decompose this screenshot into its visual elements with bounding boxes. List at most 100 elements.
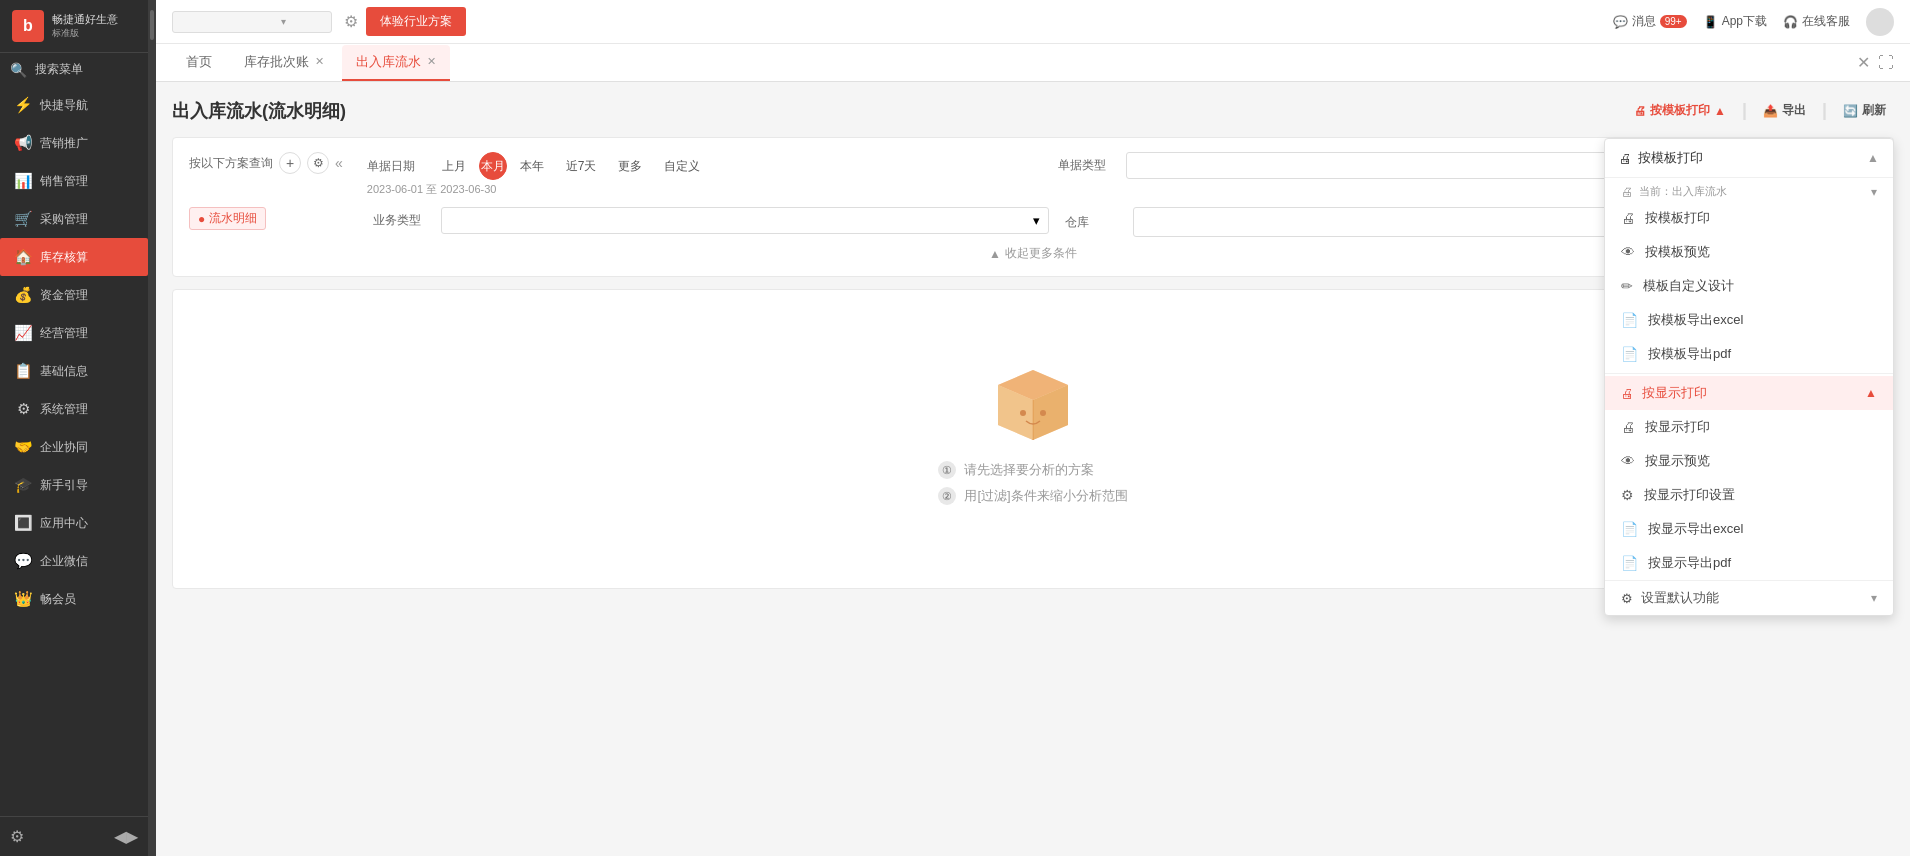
settings-icon[interactable]: ⚙ — [10, 827, 24, 846]
sidebar-item-wechat[interactable]: 💬 企业微信 — [0, 542, 148, 580]
filter-tag[interactable]: ● 流水明细 — [189, 207, 266, 230]
sidebar-item-app-center[interactable]: 🔳 应用中心 — [0, 504, 148, 542]
cooperation-icon: 🤝 — [14, 438, 32, 456]
message-action[interactable]: 💬 消息 99+ — [1613, 13, 1687, 30]
tab-home-label: 首页 — [186, 53, 212, 71]
date-filter: 上月 本月 本年 近7天 更多 自定义 — [433, 152, 710, 180]
sidebar-nav: ⚡ 快捷导航 📢 营销推广 📊 销售管理 🛒 采购管理 🏠 库存核算 💰 — [0, 86, 148, 816]
footer-arrow: ▾ — [1871, 591, 1877, 605]
date-btn-this-month[interactable]: 本月 — [479, 152, 507, 180]
step-num-2: ② — [938, 487, 956, 505]
inventory-icon: 🏠 — [14, 248, 32, 266]
sidebar-item-inventory[interactable]: 🏠 库存核算 — [0, 238, 148, 276]
sidebar-item-basic[interactable]: 📋 基础信息 — [0, 352, 148, 390]
sidebar-item-system[interactable]: ⚙ 系统管理 — [0, 390, 148, 428]
trial-btn[interactable]: 体验行业方案 — [366, 7, 466, 36]
sidebar-item-operation[interactable]: 📈 经营管理 — [0, 314, 148, 352]
header-search-wrap[interactable]: ▾ — [172, 11, 332, 33]
template-excel-icon: 📄 — [1621, 312, 1638, 328]
tab-inventory-batch-close[interactable]: ✕ — [315, 55, 324, 68]
collapse-btn[interactable]: ▲ 收起更多条件 — [989, 245, 1077, 262]
tab-stock-flow-close[interactable]: ✕ — [427, 55, 436, 68]
dropdown-item-display-print[interactable]: 🖨 按显示打印 — [1605, 410, 1893, 444]
expand-window-icon[interactable]: ⛶ — [1878, 54, 1894, 72]
header-gear-icon[interactable]: ⚙ — [344, 12, 358, 31]
dropdown-item-template-pdf[interactable]: 📄 按模板导出pdf — [1605, 337, 1893, 371]
template-pdf-icon: 📄 — [1621, 346, 1638, 362]
sidebar-item-search[interactable]: 🔍 搜索菜单 — [0, 53, 148, 86]
date-btn-7days[interactable]: 近7天 — [557, 154, 606, 179]
header-right: 💬 消息 99+ 📱 App下载 🎧 在线客服 — [1613, 8, 1894, 36]
tab-home[interactable]: 首页 — [172, 45, 226, 81]
online-service-label: 在线客服 — [1802, 13, 1850, 30]
guide-icon: 🎓 — [14, 476, 32, 494]
date-btn-this-year[interactable]: 本年 — [511, 154, 553, 179]
dropdown-item-template-excel[interactable]: 📄 按模板导出excel — [1605, 303, 1893, 337]
dropdown-item-template-print[interactable]: 🖨 按模板打印 — [1605, 201, 1893, 235]
sidebar-operation-label: 经营管理 — [40, 325, 88, 342]
dropdown-item-display-pdf[interactable]: 📄 按显示导出pdf — [1605, 546, 1893, 580]
export-label: 导出 — [1782, 102, 1806, 119]
dropdown-item-display-settings[interactable]: ⚙ 按显示打印设置 — [1605, 478, 1893, 512]
page-content: 出入库流水(流水明细) 🖨 按模板打印 ▲ | 📤 导出 | 🔄 — [156, 82, 1910, 856]
display-pdf-icon: 📄 — [1621, 555, 1638, 571]
template-preview-icon: 👁 — [1621, 244, 1635, 260]
date-filter-wrap: 单据日期 上月 本月 本年 近7天 更多 自定义 2023-06-01 至 20… — [367, 152, 1042, 197]
close-window-icon[interactable]: ✕ — [1857, 53, 1870, 72]
dropdown-item-display-excel[interactable]: 📄 按显示导出excel — [1605, 512, 1893, 546]
date-btn-last-month[interactable]: 上月 — [433, 154, 475, 179]
sidebar-item-cooperation[interactable]: 🤝 企业协同 — [0, 428, 148, 466]
sidebar: b 畅捷通好生意 标准版 🔍 搜索菜单 ⚡ 快捷导航 📢 营销推广 📊 销售管理 — [0, 0, 148, 856]
current-arrow[interactable]: ▾ — [1871, 185, 1877, 199]
date-filter-label: 单据日期 — [367, 158, 427, 175]
export-btn[interactable]: 📤 导出 — [1755, 98, 1814, 123]
sidebar-item-sales[interactable]: 📊 销售管理 — [0, 162, 148, 200]
sidebar-quick-nav-label: 快捷导航 — [40, 97, 88, 114]
biz-type-select[interactable]: ▾ — [441, 207, 1049, 234]
dropdown-item-template-design[interactable]: ✏ 模板自定义设计 — [1605, 269, 1893, 303]
sales-icon: 📊 — [14, 172, 32, 190]
app-download-action[interactable]: 📱 App下载 — [1703, 13, 1767, 30]
online-service-action[interactable]: 🎧 在线客服 — [1783, 13, 1850, 30]
sidebar-item-member[interactable]: 👑 畅会员 — [0, 580, 148, 618]
sidebar-item-quick-nav[interactable]: ⚡ 快捷导航 — [0, 86, 148, 124]
dropdown-item-display-preview[interactable]: 👁 按显示预览 — [1605, 444, 1893, 478]
filter-add-btn[interactable]: + — [279, 152, 301, 174]
print-btn[interactable]: 🖨 按模板打印 ▲ — [1626, 98, 1734, 123]
sidebar-item-finance[interactable]: 💰 资金管理 — [0, 276, 148, 314]
sidebar-item-guide[interactable]: 🎓 新手引导 — [0, 466, 148, 504]
sidebar-scrollbar[interactable] — [148, 0, 156, 856]
user-avatar[interactable] — [1866, 8, 1894, 36]
tag-icon: ● — [198, 212, 205, 226]
filter-gear-btn[interactable]: ⚙ — [307, 152, 329, 174]
template-excel-label: 按模板导出excel — [1648, 311, 1743, 329]
sidebar-guide-label: 新手引导 — [40, 477, 88, 494]
display-excel-label: 按显示导出excel — [1648, 520, 1743, 538]
refresh-label: 刷新 — [1862, 102, 1886, 119]
biz-type-label: 业务类型 — [373, 212, 433, 229]
sidebar-item-marketing[interactable]: 📢 营销推广 — [0, 124, 148, 162]
header-search-arrow[interactable]: ▾ — [281, 16, 286, 27]
sidebar-wechat-label: 企业微信 — [40, 553, 88, 570]
app-badge: 标准版 — [52, 27, 118, 40]
date-btn-more[interactable]: 更多 — [609, 154, 651, 179]
empty-steps: ① 请先选择要分析的方案 ② 用[过滤]条件来缩小分析范围 — [938, 461, 1127, 505]
dropdown-collapse-arrow[interactable]: ▲ — [1867, 151, 1879, 165]
filter-controls: 按以下方案查询 + ⚙ « — [189, 152, 343, 174]
sidebar-item-purchase[interactable]: 🛒 采购管理 — [0, 200, 148, 238]
dropdown-item-template-preview[interactable]: 👁 按模板预览 — [1605, 235, 1893, 269]
display-print-section-header[interactable]: 🖨 按显示打印 ▲ — [1605, 376, 1893, 410]
tab-inventory-batch[interactable]: 库存批次账 ✕ — [230, 45, 338, 81]
refresh-btn[interactable]: 🔄 刷新 — [1835, 98, 1894, 123]
print-label: 按模板打印 — [1650, 102, 1710, 119]
header-search-input[interactable] — [181, 15, 281, 29]
collapse-sidebar-icon[interactable]: ◀▶ — [114, 827, 138, 846]
date-btn-custom[interactable]: 自定义 — [655, 154, 709, 179]
message-badge: 99+ — [1660, 15, 1687, 28]
tab-stock-flow[interactable]: 出入库流水 ✕ — [342, 45, 450, 81]
filter-collapse-btn[interactable]: « — [335, 155, 343, 171]
dropdown-title: 🖨 按模板打印 — [1619, 149, 1703, 167]
refresh-icon: 🔄 — [1843, 104, 1858, 118]
dropdown-footer[interactable]: ⚙ 设置默认功能 ▾ — [1605, 580, 1893, 615]
wechat-icon: 💬 — [14, 552, 32, 570]
